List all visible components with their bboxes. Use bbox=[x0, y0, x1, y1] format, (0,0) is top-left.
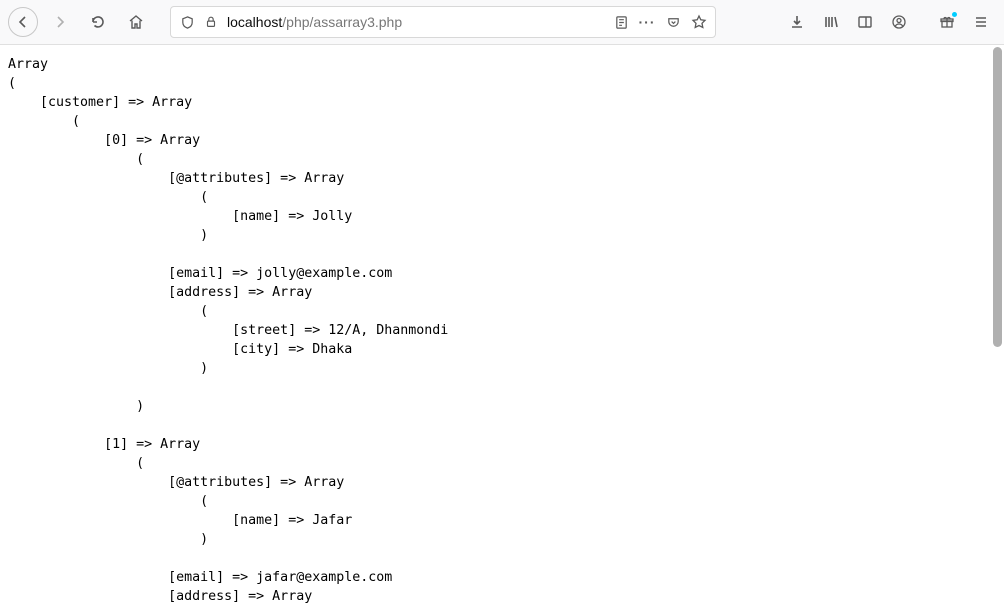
line: ( bbox=[8, 76, 16, 91]
more-icon[interactable]: ··· bbox=[639, 14, 655, 30]
sidebar-button[interactable] bbox=[850, 6, 880, 38]
viewport: Array ( [customer] => Array ( [0] => Arr… bbox=[0, 45, 1004, 606]
line: [city] => Dhaka bbox=[8, 342, 352, 357]
line: ( bbox=[8, 114, 80, 129]
library-icon bbox=[823, 14, 839, 30]
line: [name] => Jolly bbox=[8, 209, 352, 224]
line: [name] => Jafar bbox=[8, 513, 352, 528]
url-host: localhost bbox=[227, 14, 282, 30]
line: ( bbox=[8, 456, 144, 471]
star-icon[interactable] bbox=[691, 14, 707, 30]
line: [1] => Array bbox=[8, 437, 200, 452]
line: [@attributes] => Array bbox=[8, 475, 344, 490]
download-button[interactable] bbox=[782, 6, 812, 38]
line: ( bbox=[8, 494, 208, 509]
library-button[interactable] bbox=[816, 6, 846, 38]
line: [address] => Array bbox=[8, 589, 312, 604]
scrollbar[interactable] bbox=[992, 47, 1002, 604]
line: [email] => jafar@example.com bbox=[8, 570, 392, 585]
back-icon bbox=[15, 14, 31, 30]
reload-icon bbox=[90, 14, 106, 30]
line: ( bbox=[8, 190, 208, 205]
forward-button bbox=[44, 6, 76, 38]
line: Array bbox=[8, 57, 48, 72]
line: [customer] => Array bbox=[8, 95, 192, 110]
reload-button[interactable] bbox=[82, 6, 114, 38]
line: ) bbox=[8, 532, 208, 547]
toolbar-right bbox=[782, 6, 996, 38]
line: [@attributes] => Array bbox=[8, 171, 344, 186]
sidebar-icon bbox=[857, 14, 873, 30]
page-content: Array ( [customer] => Array ( [0] => Arr… bbox=[0, 45, 1004, 606]
home-icon bbox=[128, 14, 144, 30]
line: ( bbox=[8, 304, 208, 319]
line: [email] => jolly@example.com bbox=[8, 266, 392, 281]
line: ) bbox=[8, 399, 144, 414]
back-button[interactable] bbox=[8, 7, 38, 37]
url-right-icons: ··· bbox=[613, 14, 707, 30]
whatsnew-button[interactable] bbox=[932, 6, 962, 38]
menu-button[interactable] bbox=[966, 6, 996, 38]
address-bar[interactable]: localhost/php/assarray3.php ··· bbox=[170, 6, 716, 38]
download-icon bbox=[789, 14, 805, 30]
line: ( bbox=[8, 152, 144, 167]
url-text: localhost/php/assarray3.php bbox=[227, 14, 605, 30]
shield-icon[interactable] bbox=[179, 14, 195, 30]
scrollbar-thumb[interactable] bbox=[993, 47, 1002, 347]
line: [0] => Array bbox=[8, 133, 200, 148]
line: ) bbox=[8, 228, 208, 243]
menu-icon bbox=[973, 14, 989, 30]
reader-icon[interactable] bbox=[613, 14, 629, 30]
gift-icon bbox=[939, 14, 955, 30]
lock-icon[interactable] bbox=[203, 14, 219, 30]
url-path: /php/assarray3.php bbox=[282, 14, 402, 30]
line: [address] => Array bbox=[8, 285, 312, 300]
account-button[interactable] bbox=[884, 6, 914, 38]
line: [street] => 12/A, Dhanmondi bbox=[8, 323, 448, 338]
home-button[interactable] bbox=[120, 6, 152, 38]
forward-icon bbox=[52, 14, 68, 30]
pocket-icon[interactable] bbox=[665, 14, 681, 30]
account-icon bbox=[891, 14, 907, 30]
line: ) bbox=[8, 361, 208, 376]
browser-toolbar: localhost/php/assarray3.php ··· bbox=[0, 0, 1004, 45]
